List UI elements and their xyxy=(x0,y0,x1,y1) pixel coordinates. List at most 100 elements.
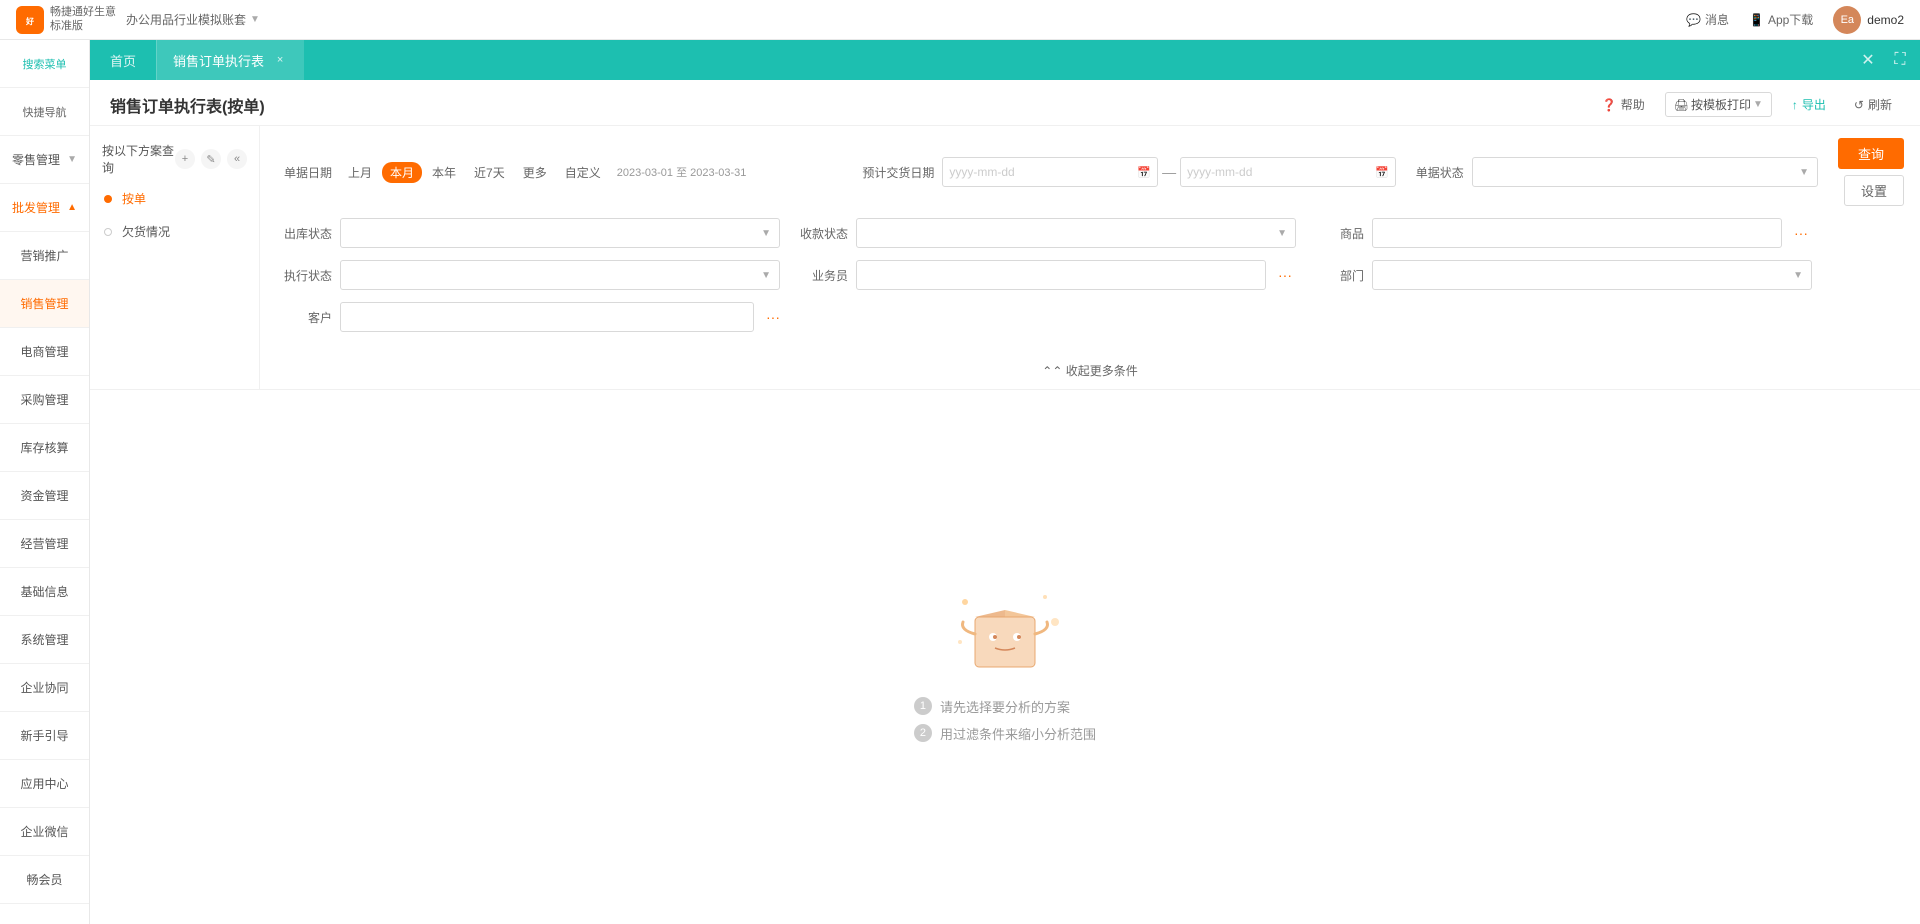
expected-date-from-input[interactable]: yyyy-mm-dd 📅 xyxy=(942,157,1158,187)
sidebar-item-label: 零售管理 xyxy=(12,151,60,168)
filter-item-dept: 部门 ▼ xyxy=(1308,260,1812,290)
page-container: 销售订单执行表(按单) ❓ 帮助 🖨 按模板打印 ▼ ↑ xyxy=(90,80,1920,924)
tab-expand-button[interactable]: ⛶ xyxy=(1888,48,1912,72)
sidebar-item-finance[interactable]: 资金管理 xyxy=(0,472,89,520)
inactive-dot-icon xyxy=(104,228,112,236)
sidebar-item-wholesale[interactable]: 批发管理 ▲ xyxy=(0,184,89,232)
filter-row-3: 执行状态 ▼ 业务员 ··· xyxy=(276,260,1904,290)
scheme-item-order[interactable]: 按单 xyxy=(90,182,259,215)
exec-status-select[interactable]: ▼ xyxy=(340,260,780,290)
app-download-button[interactable]: 📱 App下载 xyxy=(1749,11,1813,28)
chevron-down-icon: ▼ xyxy=(1277,228,1287,239)
salesperson-more-button[interactable]: ··· xyxy=(1274,267,1296,283)
empty-tip-2: 2 用过滤条件来缩小分析范围 xyxy=(914,724,1096,743)
product-input[interactable] xyxy=(1372,218,1782,248)
sidebar-item-label: 企业协同 xyxy=(20,679,68,696)
customer-label: 客户 xyxy=(276,309,332,326)
empty-illustration xyxy=(945,572,1065,685)
filter-item-salesperson: 业务员 ··· xyxy=(792,260,1296,290)
scheme-item-backorder[interactable]: 欠货情况 xyxy=(90,215,259,248)
help-button[interactable]: ❓ 帮助 xyxy=(1594,92,1653,117)
refresh-button[interactable]: ↺ 刷新 xyxy=(1846,92,1900,117)
date-tab-more[interactable]: 更多 xyxy=(515,162,555,183)
active-dot-icon xyxy=(104,195,112,203)
svg-text:好: 好 xyxy=(25,16,34,26)
date-tab-last-month[interactable]: 上月 xyxy=(340,162,380,183)
sidebar-item-label: 畅会员 xyxy=(26,871,62,888)
download-icon: 📱 xyxy=(1749,13,1764,27)
sidebar-item-marketing[interactable]: 营销推广 xyxy=(0,232,89,280)
date-tab-custom[interactable]: 自定义 xyxy=(557,162,609,183)
expected-date-to-input[interactable]: yyyy-mm-dd 📅 xyxy=(1180,157,1396,187)
add-scheme-button[interactable]: + xyxy=(175,149,195,169)
top-header: 好 畅捷通好生意 标准版 办公用品行业模拟账套 ▼ 💬 消息 📱 App下载 E… xyxy=(0,0,1920,40)
chevron-down-icon: ▼ xyxy=(1753,99,1763,110)
sidebar-item-quick-nav[interactable]: 快捷导航 xyxy=(0,88,89,136)
sidebar-item-collab[interactable]: 企业协同 xyxy=(0,664,89,712)
chevron-down-icon: ▼ xyxy=(1799,167,1809,178)
sidebar-item-label: 电商管理 xyxy=(20,343,68,360)
sidebar-item-operations[interactable]: 经营管理 xyxy=(0,520,89,568)
product-more-button[interactable]: ··· xyxy=(1790,225,1812,241)
sidebar-item-system[interactable]: 系统管理 xyxy=(0,616,89,664)
date-tab-this-year[interactable]: 本年 xyxy=(424,162,464,183)
customer-more-button[interactable]: ··· xyxy=(762,309,784,325)
salesperson-input[interactable] xyxy=(856,260,1266,290)
print-template-button[interactable]: 🖨 按模板打印 ▼ xyxy=(1665,92,1772,117)
date-tab-this-month[interactable]: 本月 xyxy=(382,162,422,183)
sidebar-item-retail[interactable]: 零售管理 ▼ xyxy=(0,136,89,184)
dept-select[interactable]: ▼ xyxy=(1372,260,1812,290)
dept-label: 部门 xyxy=(1308,267,1364,284)
collapse-more-button[interactable]: ⌃⌃ 收起更多条件 xyxy=(260,356,1920,389)
filter-item-exec-status: 执行状态 ▼ xyxy=(276,260,780,290)
tab-close-button[interactable]: × xyxy=(272,52,288,68)
logo-text: 畅捷通好生意 标准版 xyxy=(50,6,116,32)
filter-row-2: 出库状态 ▼ 收款状态 xyxy=(276,218,1904,248)
search-button[interactable]: 查询 xyxy=(1838,138,1904,169)
sidebar-item-wechat[interactable]: 企业微信 xyxy=(0,808,89,856)
sidebar-item-label: 应用中心 xyxy=(20,775,68,792)
edit-scheme-button[interactable]: ✎ xyxy=(201,149,221,169)
chevron-right-icon: ▼ xyxy=(67,154,77,165)
export-button[interactable]: ↑ 导出 xyxy=(1784,92,1834,117)
expected-date-range: yyyy-mm-dd 📅 — yyyy-mm-dd 📅 xyxy=(942,157,1395,187)
sidebar-item-basic-info[interactable]: 基础信息 xyxy=(0,568,89,616)
tab-close-all-button[interactable]: ✕ xyxy=(1856,48,1880,72)
company-selector[interactable]: 办公用品行业模拟账套 ▼ xyxy=(126,11,260,28)
filter-content: 单据日期 上月 本月 本年 近7天 更多 自定义 xyxy=(260,126,1920,356)
sidebar-item-guide[interactable]: 新手引导 xyxy=(0,712,89,760)
main-layout: 搜索菜单 快捷导航 零售管理 ▼ 批发管理 ▲ 营销推广 销售管理 电商管理 采… xyxy=(0,40,1920,924)
sidebar-item-search[interactable]: 搜索菜单 xyxy=(0,40,89,88)
filter-item-payment-status: 收款状态 ▼ xyxy=(792,218,1296,248)
status-select[interactable]: ▼ xyxy=(1472,157,1818,187)
user-area[interactable]: Ea demo2 xyxy=(1833,6,1904,34)
date-filter-controls: 上月 本月 本年 近7天 更多 自定义 2023-03-01 至 2023-03… xyxy=(340,162,850,183)
settings-button[interactable]: 设置 xyxy=(1844,175,1904,206)
customer-input[interactable] xyxy=(340,302,754,332)
tab-home[interactable]: 首页 xyxy=(90,40,156,80)
delivery-status-select[interactable]: ▼ xyxy=(340,218,780,248)
date-range-hint: 2023-03-01 至 2023-03-31 xyxy=(617,164,747,180)
sidebar-item-ecommerce[interactable]: 电商管理 xyxy=(0,328,89,376)
filter-item-product: 商品 ··· xyxy=(1308,218,1812,248)
salesperson-label: 业务员 xyxy=(792,267,848,284)
filter-sidebar-header: 按以下方案查询 + ✎ « xyxy=(90,136,259,182)
expected-date-label: 预计交货日期 xyxy=(862,164,934,181)
date-tab-7days[interactable]: 近7天 xyxy=(466,162,513,183)
sidebar-item-label: 销售管理 xyxy=(20,295,68,312)
filter-item-delivery-status: 出库状态 ▼ xyxy=(276,218,780,248)
filter-content-wrapper: 单据日期 上月 本月 本年 近7天 更多 自定义 xyxy=(260,126,1920,389)
tab-bar: 首页 销售订单执行表 × ✕ ⛶ xyxy=(90,40,1920,80)
sidebar-item-vip[interactable]: 畅会员 xyxy=(0,856,89,904)
user-name: demo2 xyxy=(1867,13,1904,27)
payment-status-select[interactable]: ▼ xyxy=(856,218,1296,248)
sidebar-item-inventory[interactable]: 库存核算 xyxy=(0,424,89,472)
sidebar-item-sales[interactable]: 销售管理 xyxy=(0,280,89,328)
message-button[interactable]: 💬 消息 xyxy=(1686,11,1729,28)
collapse-sidebar-button[interactable]: « xyxy=(227,149,247,169)
chevron-down-icon: ▼ xyxy=(761,270,771,281)
sidebar-item-purchase[interactable]: 采购管理 xyxy=(0,376,89,424)
page-header-actions: ❓ 帮助 🖨 按模板打印 ▼ ↑ 导出 ↺ xyxy=(1594,92,1900,117)
tab-sales-execution[interactable]: 销售订单执行表 × xyxy=(156,40,304,80)
sidebar-item-apps[interactable]: 应用中心 xyxy=(0,760,89,808)
